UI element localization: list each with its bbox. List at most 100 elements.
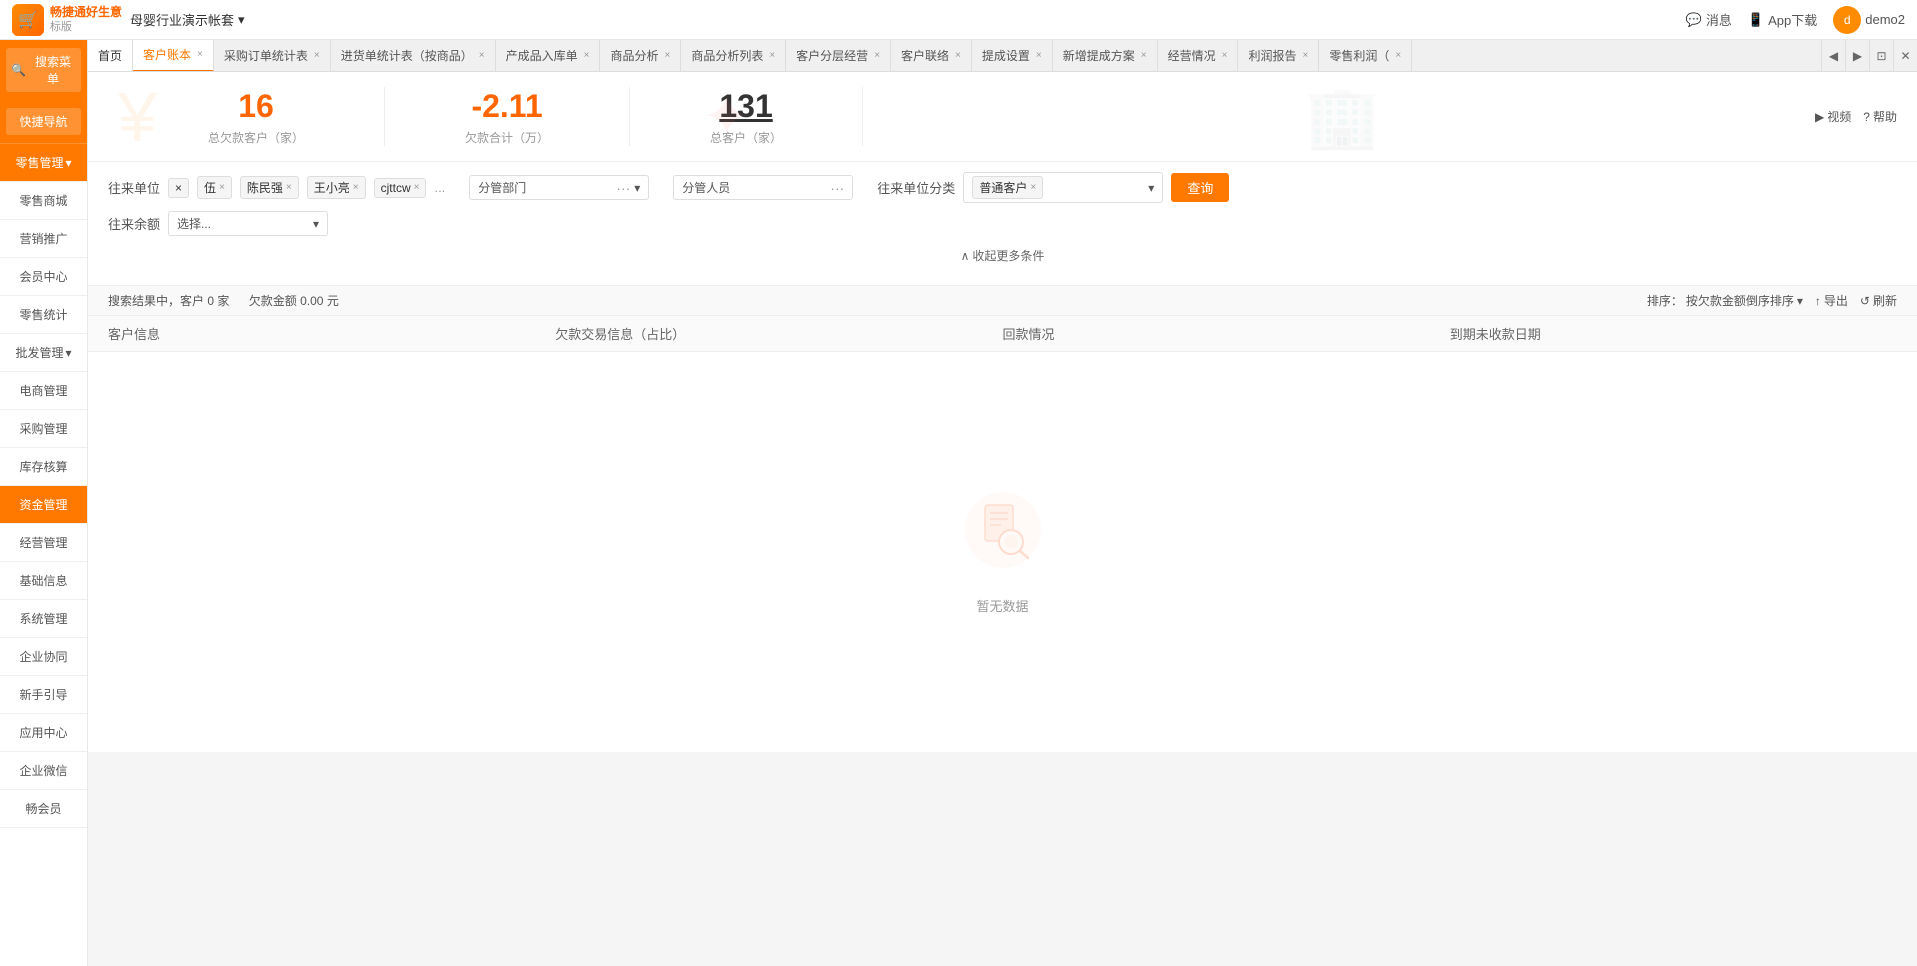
quick-nav-section: 快捷导航 <box>0 100 87 144</box>
sidebar-item-vip-member[interactable]: 畅会员 <box>0 790 87 828</box>
sidebar-item-ecommerce-label: 电商管理 <box>19 384 67 398</box>
sidebar-item-member-center-label: 会员中心 <box>19 270 67 284</box>
tab-prev-button[interactable]: ◀ <box>1821 40 1845 72</box>
brand-icon-symbol: 🛒 <box>18 10 38 30</box>
quick-nav-button[interactable]: 快捷导航 <box>6 108 81 135</box>
help-action[interactable]: ? 帮助 <box>1863 108 1897 125</box>
tab-customer-segment[interactable]: 客户分层经营 × <box>786 40 891 72</box>
unit-category-filter[interactable]: 普通客户 × ▾ <box>963 172 1163 203</box>
sidebar-item-basic-info[interactable]: 基础信息 <box>0 562 87 600</box>
top-header-left: 🛒 畅捷通好生意 标版 母婴行业演示帐套 ▾ <box>12 4 245 36</box>
sidebar-item-marketing[interactable]: 营销推广 <box>0 220 87 258</box>
export-action[interactable]: ↑ 导出 <box>1815 292 1848 309</box>
tab-commission-settings[interactable]: 提成设置 × <box>972 40 1053 72</box>
tab-next-button[interactable]: ▶ <box>1845 40 1869 72</box>
tab-close-operations-status[interactable]: × <box>1222 50 1228 61</box>
sidebar-item-retail-mall[interactable]: 零售商城 <box>0 182 87 220</box>
unit-category-arrow: ▾ <box>1148 181 1154 195</box>
manager-filter[interactable]: 分管人员 ··· <box>673 175 853 200</box>
tab-purchase-stats-product[interactable]: 进货单统计表（按商品） × <box>331 40 496 72</box>
tab-profit-report[interactable]: 利润报告 × <box>1238 40 1319 72</box>
no-data-illustration <box>963 490 1043 570</box>
tab-close-cost-purchase[interactable]: × <box>584 50 590 61</box>
search-menu-button[interactable]: 🔍 搜索菜单 <box>6 48 81 92</box>
tab-purchase-stats-product-label: 进货单统计表（按商品） <box>341 47 473 64</box>
sidebar-item-enterprise-wechat[interactable]: 企业微信 <box>0 752 87 790</box>
tab-close-new-commission-plan[interactable]: × <box>1141 50 1147 61</box>
filter-tag-wu-close[interactable]: × <box>219 182 225 193</box>
export-icon: ↑ <box>1815 294 1821 308</box>
chevron-down-icon-2: ▾ <box>65 346 71 360</box>
tab-home[interactable]: 首页 <box>88 40 133 72</box>
sidebar-item-purchase[interactable]: 采购管理 <box>0 410 87 448</box>
video-action[interactable]: ▶ 视频 <box>1815 108 1851 125</box>
sidebar-item-capital-mgmt[interactable]: 资金管理 <box>0 486 87 524</box>
sidebar-item-ecommerce[interactable]: 电商管理 <box>0 372 87 410</box>
app-download-action[interactable]: 📱 App下载 <box>1748 10 1817 29</box>
tab-product-analysis-list[interactable]: 商品分析列表 × <box>681 40 786 72</box>
tab-close-profit-report[interactable]: × <box>1302 50 1308 61</box>
sidebar-item-wholesale-label: 批发管理 <box>15 344 63 361</box>
content-area: 首页 客户账本 × 采购订单统计表 × 进货单统计表（按商品） × 产成品入库单… <box>88 40 1917 966</box>
tab-customer-contact-label: 客户联络 <box>901 47 949 64</box>
sidebar-item-new-guide[interactable]: 新手引导 <box>0 676 87 714</box>
sidebar-item-member-center[interactable]: 会员中心 <box>0 258 87 296</box>
filter-tag-normal-customer-close[interactable]: × <box>1030 182 1036 193</box>
sidebar-item-basic-label: 基础信息 <box>19 574 67 588</box>
sidebar-item-inventory[interactable]: 库存核算 <box>0 448 87 486</box>
sidebar-item-wholesale-mgmt[interactable]: 批发管理 ▾ <box>0 334 87 372</box>
tab-close-all-button[interactable]: ✕ <box>1893 40 1917 72</box>
unit-filter-label: 往来单位 <box>108 178 160 197</box>
division-filter[interactable]: 分管部门 ··· ▾ <box>469 175 649 200</box>
refresh-action[interactable]: ↺ 刷新 <box>1860 292 1897 309</box>
sidebar-item-capital-label: 资金管理 <box>19 498 67 512</box>
sidebar-item-retail-mgmt[interactable]: 零售管理 ▾ <box>0 144 87 182</box>
stat-total-debit-amount-label: 欠款合计（万） <box>465 129 549 146</box>
tab-close-customer-segment[interactable]: × <box>874 50 880 61</box>
user-action[interactable]: d demo2 <box>1833 6 1905 34</box>
tab-close-commission-settings[interactable]: × <box>1036 50 1042 61</box>
tab-close-purchase-order-stats[interactable]: × <box>314 50 320 61</box>
tab-expand-button[interactable]: ⊡ <box>1869 40 1893 72</box>
sidebar-item-retail-stats[interactable]: 零售统计 <box>0 296 87 334</box>
filter-tag-wu: 伍 × <box>197 176 232 199</box>
stats-bar-actions: ▶ 视频 ? 帮助 <box>1815 108 1897 125</box>
tab-purchase-order-stats[interactable]: 采购订单统计表 × <box>214 40 331 72</box>
tab-close-product-analysis-list[interactable]: × <box>769 50 775 61</box>
sidebar-item-app-center-label: 应用中心 <box>19 726 67 740</box>
sidebar-item-app-center[interactable]: 应用中心 <box>0 714 87 752</box>
tab-close-customer-contact[interactable]: × <box>955 50 961 61</box>
tab-cost-purchase-label: 产成品入库单 <box>506 47 578 64</box>
collapse-label: 收起更多条件 <box>972 247 1044 264</box>
balance-filter[interactable]: 选择... ▾ <box>168 211 328 236</box>
filter-tag-wang-close[interactable]: × <box>353 182 359 193</box>
tab-operations-status[interactable]: 经营情况 × <box>1158 40 1239 72</box>
tab-cost-purchase[interactable]: 产成品入库单 × <box>496 40 601 72</box>
stats-bar: ¥ ✦ 🏢 16 总欠款客户（家） -2.11 欠款合计（万） 131 总客户（… <box>88 72 1917 162</box>
filter-tag-cjttcw: cjttcw × <box>374 178 427 198</box>
sort-select[interactable]: 排序： 按欠款金额倒序排序 ▾ <box>1647 292 1803 309</box>
collapse-button[interactable]: ∧ 收起更多条件 <box>953 244 1053 267</box>
sidebar-item-ops-mgmt[interactable]: 经营管理 <box>0 524 87 562</box>
tab-commission-settings-label: 提成设置 <box>982 47 1030 64</box>
tab-retail-profit[interactable]: 零售利润（ × <box>1319 40 1412 72</box>
tab-close-product-analysis[interactable]: × <box>664 50 670 61</box>
tab-close-customer-account[interactable]: × <box>197 49 203 60</box>
sidebar-item-sys-mgmt[interactable]: 系统管理 <box>0 600 87 638</box>
refresh-icon: ↺ <box>1860 294 1870 308</box>
filter-more-btn[interactable]: ... <box>434 180 445 195</box>
tab-product-analysis[interactable]: 商品分析 × <box>600 40 681 72</box>
filter-tag-chen-close[interactable]: × <box>286 182 292 193</box>
result-debit-amount: 0.00 <box>300 294 323 308</box>
stat-total-debit-customers: 16 总欠款客户（家） <box>108 87 385 146</box>
tab-customer-account[interactable]: 客户账本 × <box>133 40 214 72</box>
tab-new-commission-plan[interactable]: 新增提成方案 × <box>1053 40 1158 72</box>
filter-tag-cjttcw-close[interactable]: × <box>414 182 420 193</box>
tab-customer-contact[interactable]: 客户联络 × <box>891 40 972 72</box>
message-action[interactable]: 💬 消息 <box>1686 10 1732 29</box>
tab-close-retail-profit[interactable]: × <box>1395 50 1401 61</box>
sidebar-item-enterprise[interactable]: 企业协同 <box>0 638 87 676</box>
query-button[interactable]: 查询 <box>1171 173 1229 202</box>
tab-close-purchase-stats-product[interactable]: × <box>479 50 485 61</box>
industry-select[interactable]: 母婴行业演示帐套 ▾ <box>130 10 245 29</box>
